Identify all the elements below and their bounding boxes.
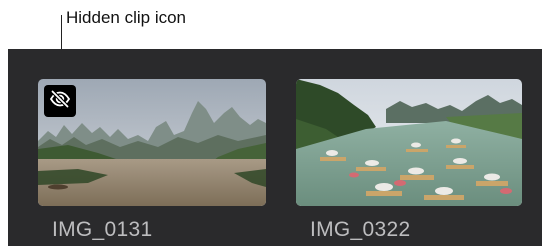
clip-name: IMG_0131 — [52, 218, 153, 241]
clip-thumbnail-img-0322[interactable] — [296, 79, 522, 206]
clip-name: IMG_0322 — [310, 218, 411, 241]
callout-label: Hidden clip icon — [66, 8, 187, 27]
eye-slash-icon — [49, 88, 71, 115]
hidden-clip-badge — [44, 85, 76, 117]
clip-thumbnail-image — [296, 79, 522, 206]
